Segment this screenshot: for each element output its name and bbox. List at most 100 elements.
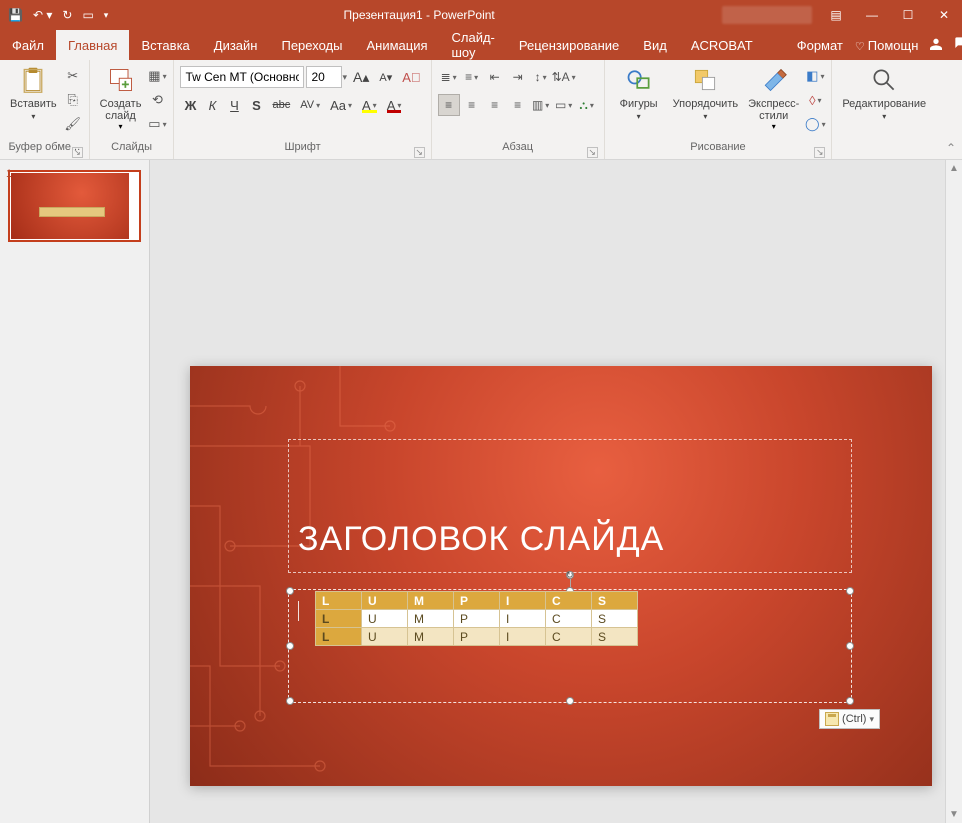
resize-handle[interactable] xyxy=(846,587,854,595)
cut-icon[interactable]: ✂ xyxy=(63,66,83,86)
table-row[interactable]: LUMPICS xyxy=(316,610,638,628)
numbering-icon[interactable]: ≡ xyxy=(461,66,483,88)
tab-review[interactable]: Рецензирование xyxy=(507,30,631,60)
shape-fill-icon[interactable]: ◧ xyxy=(805,66,825,86)
tab-slideshow[interactable]: Слайд-шоу xyxy=(440,30,507,60)
paste-options-button[interactable]: (Ctrl) xyxy=(819,709,880,729)
strikethrough-icon[interactable]: abc xyxy=(268,94,294,116)
increase-indent-icon[interactable]: ⇥ xyxy=(507,66,529,88)
quick-styles-button[interactable]: Экспресс- стили ▾ xyxy=(744,62,803,133)
title-placeholder[interactable]: ЗАГОЛОВОК СЛАЙДА xyxy=(290,441,850,571)
paste-button[interactable]: Вставить▾ xyxy=(6,62,61,125)
font-size-input[interactable] xyxy=(306,66,342,88)
font-color-icon[interactable]: A xyxy=(383,94,406,116)
share-icon[interactable] xyxy=(928,36,944,55)
change-case-icon[interactable]: Aa xyxy=(326,94,356,116)
shapes-icon xyxy=(623,64,655,96)
slide-canvas[interactable]: ЗАГОЛОВОК СЛАЙДА LUMPICS xyxy=(150,160,962,823)
resize-handle[interactable] xyxy=(846,697,854,705)
find-icon xyxy=(868,64,900,96)
collapse-ribbon-icon[interactable]: ⌃ xyxy=(946,141,956,155)
content-placeholder[interactable]: LUMPICS LUMPICS LUMPICS (Ctrl) xyxy=(290,591,850,701)
save-icon[interactable]: 💾 xyxy=(8,8,23,22)
align-center-icon[interactable]: ≡ xyxy=(461,94,483,116)
minimize-icon[interactable]: — xyxy=(854,8,890,22)
shadow-icon[interactable]: S xyxy=(246,94,266,116)
ribbon: Вставить▾ ✂ ⎘ 🖌 Буфер обме...↘ Создать с… xyxy=(0,60,962,160)
line-spacing-icon[interactable]: ↕ xyxy=(530,66,552,88)
tab-transitions[interactable]: Переходы xyxy=(269,30,354,60)
slide-thumbnail-1[interactable]: 1 xyxy=(8,170,141,242)
clipboard-dialog-launcher[interactable]: ↘ xyxy=(72,147,83,158)
resize-handle[interactable] xyxy=(286,642,294,650)
comments-icon[interactable] xyxy=(954,36,962,55)
shape-effects-icon[interactable]: ◯ xyxy=(805,114,825,134)
justify-icon[interactable]: ≡ xyxy=(507,94,529,116)
bold-icon[interactable]: Ж xyxy=(180,94,200,116)
decrease-font-icon[interactable]: A▾ xyxy=(375,66,396,88)
vertical-scrollbar[interactable]: ▲ ▼ xyxy=(945,160,962,823)
bullets-icon[interactable]: ≣ xyxy=(438,66,460,88)
group-drawing: Фигуры▾ Упорядочить▾ Экспресс- стили ▾ ◧… xyxy=(605,60,833,159)
tab-view[interactable]: Вид xyxy=(631,30,679,60)
smartart-icon[interactable]: ⛬ xyxy=(576,94,598,116)
rotate-handle[interactable] xyxy=(566,571,574,579)
tab-acrobat[interactable]: ACROBAT xyxy=(679,30,765,60)
editing-button[interactable]: Редактирование▾ xyxy=(838,62,930,125)
undo-icon[interactable]: ↶ ▾ xyxy=(33,8,52,22)
thumbnail-pane[interactable]: 1 xyxy=(0,160,150,823)
clear-formatting-icon[interactable]: A⃠ xyxy=(398,66,424,88)
drawing-dialog-launcher[interactable]: ↘ xyxy=(814,147,825,158)
slide[interactable]: ЗАГОЛОВОК СЛАЙДА LUMPICS xyxy=(190,366,932,786)
slide-title-text[interactable]: ЗАГОЛОВОК СЛАЙДА xyxy=(298,520,664,559)
underline-icon[interactable]: Ч xyxy=(224,94,244,116)
tab-design[interactable]: Дизайн xyxy=(202,30,270,60)
arrange-icon xyxy=(689,64,721,96)
highlight-color-icon[interactable]: A xyxy=(358,94,381,116)
arrange-button[interactable]: Упорядочить▾ xyxy=(669,62,742,125)
align-left-icon[interactable]: ≡ xyxy=(438,94,460,116)
shape-outline-icon[interactable]: ◊ xyxy=(805,90,825,110)
tab-file[interactable]: Файл xyxy=(0,30,56,60)
align-text-icon[interactable]: ▭ xyxy=(553,94,575,116)
scroll-down-icon[interactable]: ▼ xyxy=(946,806,962,823)
align-right-icon[interactable]: ≡ xyxy=(484,94,506,116)
resize-handle[interactable] xyxy=(286,587,294,595)
reset-icon[interactable]: ⟲ xyxy=(147,90,167,110)
scroll-up-icon[interactable]: ▲ xyxy=(946,160,962,177)
char-spacing-icon[interactable]: AV xyxy=(296,94,324,116)
copy-icon[interactable]: ⎘ xyxy=(63,90,83,110)
close-icon[interactable]: ✕ xyxy=(926,8,962,22)
group-clipboard: Вставить▾ ✂ ⎘ 🖌 Буфер обме...↘ xyxy=(0,60,90,159)
tell-me[interactable]: Помощн xyxy=(855,38,919,53)
new-slide-button[interactable]: Создать слайд ▾ xyxy=(96,62,146,133)
redo-icon[interactable]: ↻ xyxy=(62,8,72,22)
text-direction-icon[interactable]: ⇅A xyxy=(553,66,575,88)
italic-icon[interactable]: К xyxy=(202,94,222,116)
start-from-beginning-icon[interactable]: ▭ xyxy=(82,8,93,22)
paragraph-dialog-launcher[interactable]: ↘ xyxy=(587,147,598,158)
font-dialog-launcher[interactable]: ↘ xyxy=(414,147,425,158)
font-name-input[interactable] xyxy=(180,66,304,88)
decrease-indent-icon[interactable]: ⇤ xyxy=(484,66,506,88)
tab-format[interactable]: Формат xyxy=(785,30,855,60)
resize-handle[interactable] xyxy=(566,697,574,705)
maximize-icon[interactable]: ☐ xyxy=(890,8,926,22)
account-name[interactable] xyxy=(722,6,812,24)
qat-more-icon[interactable]: ▾ xyxy=(104,10,109,21)
pasted-table[interactable]: LUMPICS LUMPICS LUMPICS xyxy=(315,591,638,646)
resize-handle[interactable] xyxy=(286,697,294,705)
increase-font-icon[interactable]: A▴ xyxy=(349,66,373,88)
table-row[interactable]: LUMPICS xyxy=(316,628,638,646)
shapes-button[interactable]: Фигуры▾ xyxy=(611,62,667,125)
columns-icon[interactable]: ▥ xyxy=(530,94,552,116)
table-header-row[interactable]: LUMPICS xyxy=(316,592,638,610)
layout-icon[interactable]: ▦ xyxy=(147,66,167,86)
resize-handle[interactable] xyxy=(846,642,854,650)
tab-home[interactable]: Главная xyxy=(56,30,129,60)
section-icon[interactable]: ▭ xyxy=(147,114,167,134)
tab-insert[interactable]: Вставка xyxy=(129,30,201,60)
ribbon-display-options-icon[interactable]: ▤ xyxy=(818,8,854,22)
tab-animation[interactable]: Анимация xyxy=(354,30,439,60)
format-painter-icon[interactable]: 🖌 xyxy=(63,114,83,134)
